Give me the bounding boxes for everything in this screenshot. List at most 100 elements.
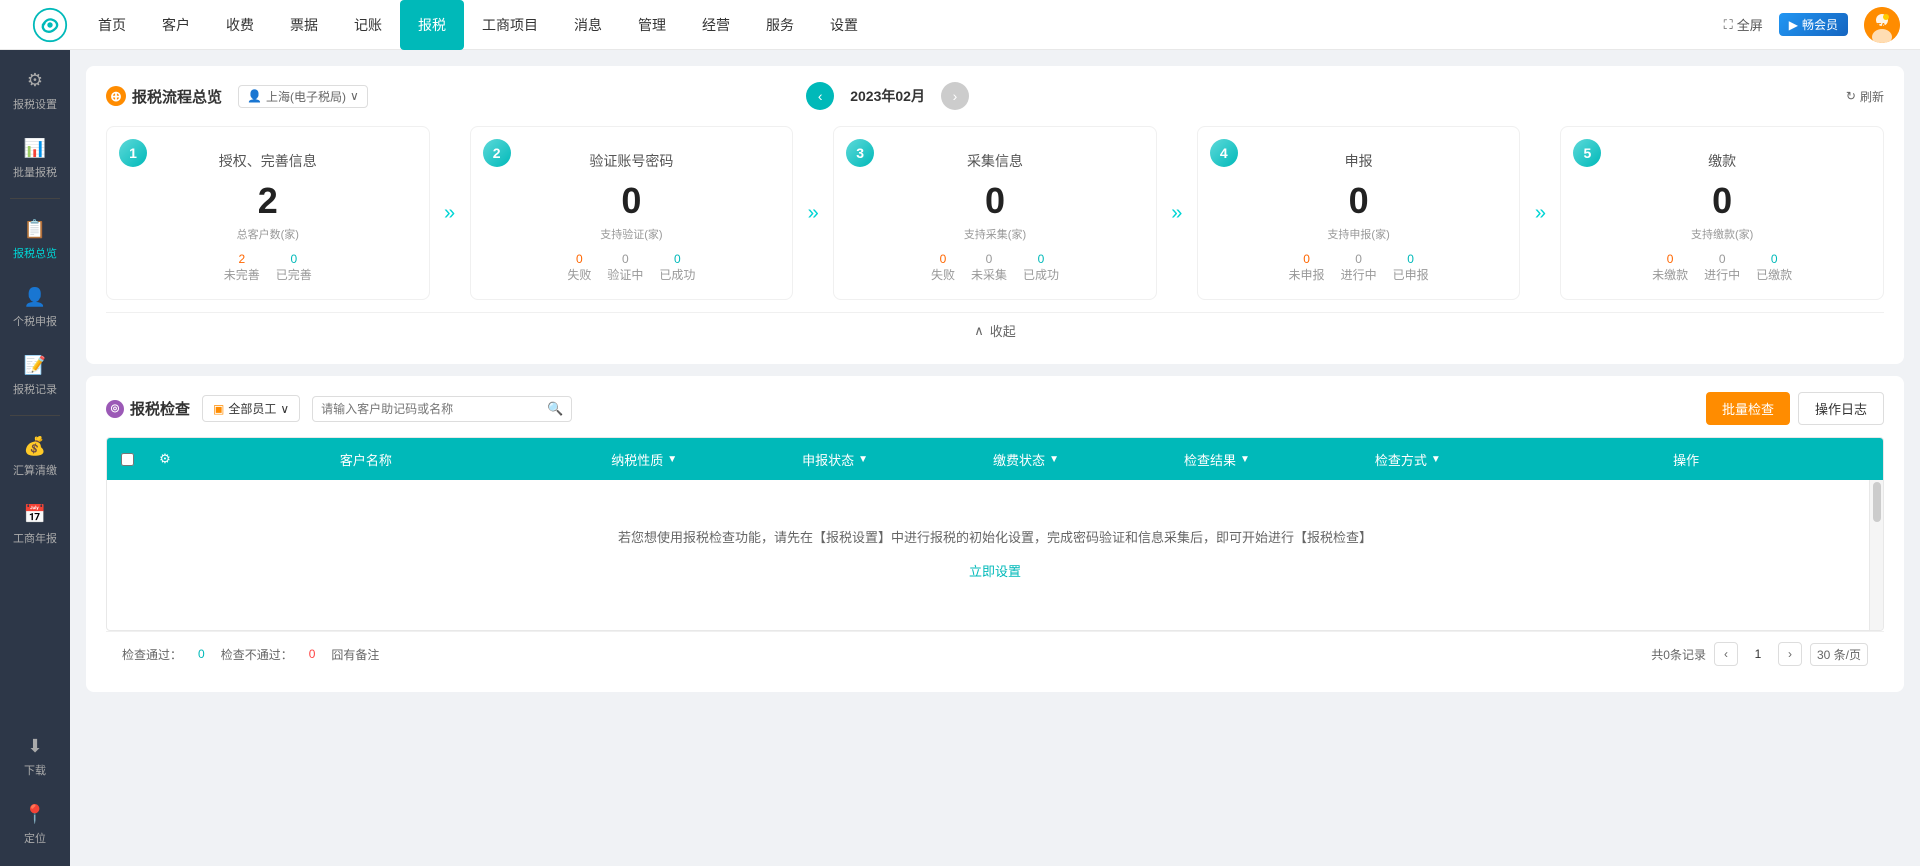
table-header: ⚙ 客户名称 纳税性质 ▼ 申报状态 ▼ 缴费状态 ▼ [107,438,1883,480]
filter-arrow-icon: ▼ [667,454,677,465]
chevron-down-icon: ∨ [350,89,359,103]
nav-item-首页[interactable]: 首页 [80,0,144,50]
overview-title-text: 报税流程总览 [132,86,222,107]
prev-month-btn[interactable]: ‹ [806,82,834,110]
current-page: 1 [1746,642,1770,666]
sidebar-label-0: 报税设置 [13,96,57,112]
stat-mid-1[interactable]: 0验证中 [607,252,643,283]
nav-item-票据[interactable]: 票据 [272,0,336,50]
check-header: ◎ 报税检查 ▣ 全部员工 ∨ 🔍 批量检查 操作日志 [106,392,1884,425]
sidebar-icon-5: 💰 [23,434,47,458]
sidebar-item-0[interactable]: ⚙报税设置 [0,58,70,122]
nav-item-设置[interactable]: 设置 [812,0,876,50]
prev-page-btn[interactable]: ‹ [1714,642,1738,666]
step-sub-2: 支持采集(家) [850,226,1140,242]
stat-fail-2[interactable]: 0失败 [931,252,955,283]
step-stats-1: 0失败 0验证中 0已成功 [487,252,777,283]
stat-mid-3[interactable]: 0进行中 [1341,252,1377,283]
sidebar-item-3[interactable]: 👤个税申报 [0,275,70,339]
sidebar-item-2[interactable]: 📋报税总览 [0,207,70,271]
nav-item-经营[interactable]: 经营 [684,0,748,50]
month-text: 2023年02月 [850,86,925,106]
fullscreen-btn[interactable]: ⛶ 全屏 [1724,15,1763,34]
stat-fail-3[interactable]: 0未申报 [1289,252,1325,283]
stat-fail-4[interactable]: 0未缴款 [1652,252,1688,283]
operation-log-button[interactable]: 操作日志 [1798,392,1884,425]
svg-text:iTA: iTA [1874,22,1887,31]
stat-ok-2[interactable]: 0已成功 [1023,252,1059,283]
nav-item-客户[interactable]: 客户 [144,0,208,50]
stat-fail-0[interactable]: 2未完善 [224,252,260,283]
step-title-3: 申报 [1214,151,1504,171]
nav-item-消息[interactable]: 消息 [556,0,620,50]
avatar[interactable]: iTA [1864,7,1900,43]
step-num-3: 4 [1210,139,1238,167]
step-arrow-2: » [793,126,833,300]
header-checkbox[interactable] [107,453,147,466]
stat-ok-4[interactable]: 0已缴款 [1756,252,1792,283]
th-result-label: 检查结果 [1184,450,1236,469]
nav-item-收费[interactable]: 收费 [208,0,272,50]
stat-ok-3[interactable]: 0已申报 [1393,252,1429,283]
location-icon: 👤 [247,89,262,103]
sidebar: ⚙报税设置📊批量报税 📋报税总览👤个税申报📝报税记录 💰汇算清缴📅工商年报 ⬇下载📍定… [0,50,70,866]
per-page-select[interactable]: 30 条/页 [1810,643,1868,666]
next-page-btn[interactable]: › [1778,642,1802,666]
table-body: 若您想使用报税检查功能，请先在【报税设置】中进行报税的初始化设置，完成密码验证和… [107,480,1883,630]
collapse-button[interactable]: ∧ 收起 [106,312,1884,348]
nav-item-管理[interactable]: 管理 [620,0,684,50]
avatar-image: iTA [1864,7,1900,43]
logo-icon [32,7,68,43]
next-month-btn[interactable]: › [941,82,969,110]
th-pay-status[interactable]: 缴费状态 ▼ [931,450,1122,469]
select-all-checkbox[interactable] [121,453,134,466]
header-gear[interactable]: ⚙ [147,451,183,467]
sidebar-item-5[interactable]: 💰汇算清缴 [0,424,70,488]
step-card-2: 3 采集信息 0 支持采集(家) 0失败0未采集0已成功 [833,126,1157,300]
step-sub-4: 支持缴款(家) [1577,226,1867,242]
search-icon[interactable]: 🔍 [547,401,563,417]
location-button[interactable]: 👤 上海(电子税局) ∨ [238,85,368,108]
step-stats-0: 2未完善 0已完善 [123,252,413,283]
step-stats-3: 0未申报 0进行中 0已申报 [1214,252,1504,283]
app-logo[interactable] [20,7,80,43]
refresh-button[interactable]: ↻ 刷新 [1846,88,1884,105]
sidebar-bottom-item-1[interactable]: 📍定位 [0,792,70,856]
stat-mid-4[interactable]: 0进行中 [1704,252,1740,283]
pass-count[interactable]: 0 [198,647,205,661]
table-scrollbar[interactable] [1869,480,1883,630]
stat-mid-2[interactable]: 0未采集 [971,252,1007,283]
th-op-label: 操作 [1673,450,1699,469]
stat-fail-1[interactable]: 0失败 [567,252,591,283]
nav-item-报税[interactable]: 报税 [400,0,464,50]
check-title: ◎ 报税检查 [106,398,190,419]
th-pay-label: 缴费状态 [993,450,1045,469]
sidebar-item-6[interactable]: 📅工商年报 [0,492,70,556]
th-check-method[interactable]: 检查方式 ▼ [1312,450,1503,469]
stat-ok-0[interactable]: 0已完善 [276,252,312,283]
filter-arrow-5-icon: ▼ [1431,454,1441,465]
setup-link[interactable]: 立即设置 [618,559,1372,585]
sidebar-item-4[interactable]: 📝报税记录 [0,343,70,407]
employee-filter[interactable]: ▣ 全部员工 ∨ [202,395,300,422]
th-declare-status[interactable]: 申报状态 ▼ [740,450,931,469]
sidebar-item-1[interactable]: 📊批量报税 [0,126,70,190]
fail-count[interactable]: 0 [309,647,316,661]
vip-button[interactable]: ▶ 畅会员 [1779,13,1848,36]
nav-item-记账[interactable]: 记账 [336,0,400,50]
stat-ok-1[interactable]: 0已成功 [659,252,695,283]
sidebar-icon-6: 📅 [23,502,47,526]
nav-item-服务[interactable]: 服务 [748,0,812,50]
th-check-result[interactable]: 检查结果 ▼ [1121,450,1312,469]
check-icon: ◎ [106,400,124,418]
content-area: ⊕ 报税流程总览 👤 上海(电子税局) ∨ ‹ 2023年02月 › ↻ 刷新 [70,50,1920,866]
nav-item-工商项目[interactable]: 工商项目 [464,0,556,50]
batch-check-button[interactable]: 批量检查 [1706,392,1790,425]
location-text: 上海(电子税局) [266,88,346,105]
search-input[interactable] [321,402,541,416]
sidebar-bottom-item-0[interactable]: ⬇下载 [0,724,70,788]
overview-header: ⊕ 报税流程总览 👤 上海(电子税局) ∨ ‹ 2023年02月 › ↻ 刷新 [106,82,1884,110]
arrow-icon-1: » [444,202,455,225]
th-tax-type[interactable]: 纳税性质 ▼ [549,450,740,469]
step-stats-4: 0未缴款 0进行中 0已缴款 [1577,252,1867,283]
